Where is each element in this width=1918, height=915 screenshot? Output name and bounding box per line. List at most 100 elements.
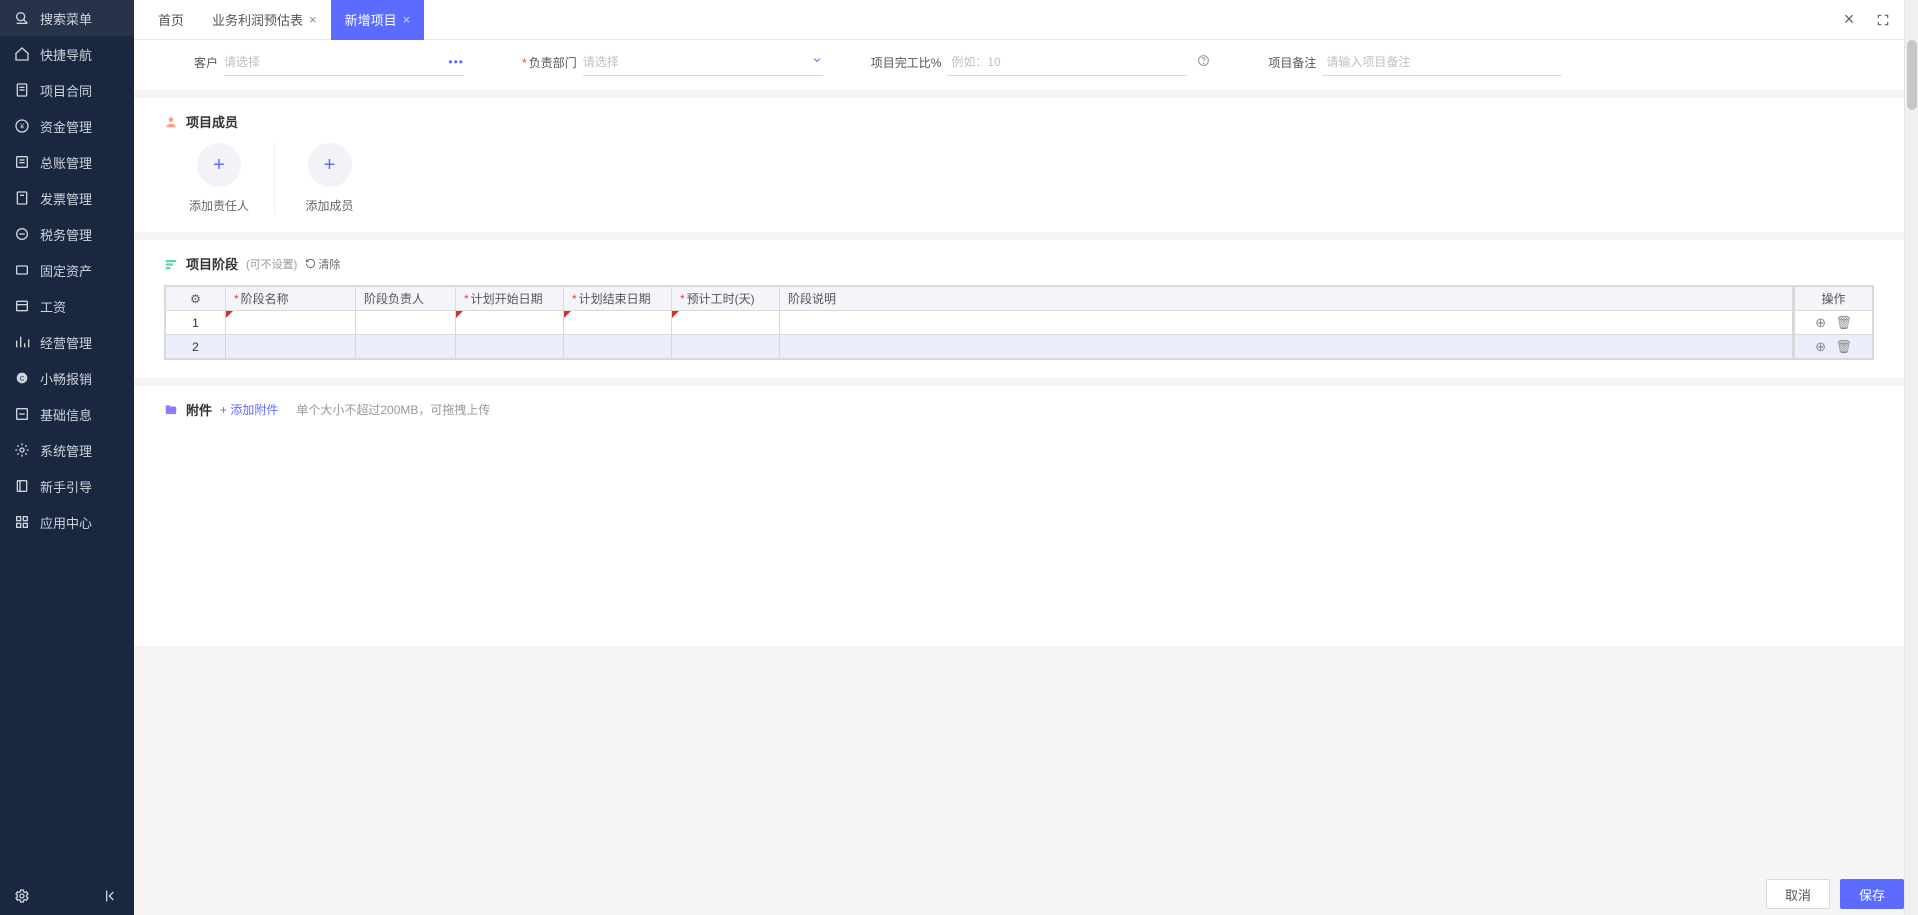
sidebar-item-invoice-mgmt[interactable]: 发票管理: [0, 180, 134, 216]
cell-hours[interactable]: [672, 311, 780, 335]
sidebar-item-system-mgmt[interactable]: 系统管理: [0, 432, 134, 468]
sidebar-label: 应用中心: [40, 513, 92, 532]
completion-input[interactable]: [947, 48, 1187, 76]
scrollbar-thumb[interactable]: [1907, 40, 1917, 110]
document-icon: [14, 82, 30, 98]
sidebar-label: 总账管理: [40, 153, 92, 172]
sidebar-item-xiaochang-reim[interactable]: C 小畅报销: [0, 360, 134, 396]
sidebar-item-fixed-assets[interactable]: 固定资产: [0, 252, 134, 288]
sidebar-item-operation-mgmt[interactable]: 经营管理: [0, 324, 134, 360]
close-panel-icon[interactable]: ×: [1838, 9, 1860, 31]
ledger-icon: [14, 154, 30, 170]
gear-icon: ⚙: [190, 292, 201, 306]
delete-row-icon[interactable]: 🗑: [1835, 339, 1852, 354]
system-icon: [14, 442, 30, 458]
cell-end[interactable]: [564, 311, 672, 335]
add-attachment-button[interactable]: + 添加附件: [220, 401, 278, 418]
tab-new-project[interactable]: 新增项目 ×: [331, 0, 425, 40]
dept-select[interactable]: 请选择: [583, 48, 823, 76]
sidebar-label: 税务管理: [40, 225, 92, 244]
tab-profit-estimate[interactable]: 业务利润预估表 ×: [198, 0, 331, 40]
add-row-icon[interactable]: ⊕: [1815, 315, 1826, 330]
sidebar-label: 小畅报销: [40, 369, 92, 388]
cell-name[interactable]: [226, 311, 356, 335]
members-icon: [164, 115, 178, 129]
sidebar-item-quick-nav[interactable]: 快捷导航: [0, 36, 134, 72]
sidebar-label: 项目合同: [40, 81, 92, 100]
sidebar-label: 系统管理: [40, 441, 92, 460]
add-owner-button[interactable]: + 添加责任人: [164, 143, 274, 214]
add-row-icon[interactable]: ⊕: [1815, 339, 1826, 354]
tabs-right: ×: [1838, 9, 1904, 31]
sidebar-item-app-center[interactable]: 应用中心: [0, 504, 134, 540]
form-row-top: 客户 请选择 ••• *负责部门 请选择: [134, 40, 1904, 90]
sidebar-label: 发票管理: [40, 189, 92, 208]
col-phase-name: *阶段名称: [226, 287, 356, 311]
cell-hours[interactable]: [672, 335, 780, 359]
sidebar-item-salary[interactable]: 工资: [0, 288, 134, 324]
add-owner-label: 添加责任人: [189, 197, 249, 214]
table-row[interactable]: 1: [166, 311, 1793, 335]
fullscreen-icon[interactable]: [1872, 9, 1894, 31]
sidebar-item-search-menu[interactable]: 搜索菜单: [0, 0, 134, 36]
info-icon: [14, 406, 30, 422]
cell-desc[interactable]: [780, 311, 1793, 335]
save-button[interactable]: 保存: [1840, 879, 1904, 909]
invoice-icon: [14, 190, 30, 206]
collapse-icon[interactable]: [104, 888, 120, 907]
members-section: 项目成员 + 添加责任人 + 添加成员: [134, 98, 1904, 232]
cell-end[interactable]: [564, 335, 672, 359]
clear-phases-button[interactable]: 清除: [305, 256, 340, 272]
settings-icon[interactable]: [14, 888, 30, 907]
col-gear[interactable]: ⚙: [166, 287, 226, 311]
sidebar-item-basic-info[interactable]: 基础信息: [0, 396, 134, 432]
svg-text:C: C: [20, 376, 25, 383]
add-member-button[interactable]: + 添加成员: [274, 143, 384, 214]
close-icon[interactable]: ×: [309, 12, 317, 27]
cancel-button[interactable]: 取消: [1766, 879, 1830, 909]
customer-select[interactable]: 请选择 •••: [224, 48, 464, 76]
delete-row-icon[interactable]: 🗑: [1835, 315, 1852, 330]
tab-home[interactable]: 首页: [144, 0, 198, 40]
cell-name[interactable]: [226, 335, 356, 359]
row-index: 2: [166, 335, 226, 359]
money-icon: ¥: [14, 118, 30, 134]
sidebar-item-project-contract[interactable]: 项目合同: [0, 72, 134, 108]
tax-icon: [14, 226, 30, 242]
guide-icon: [14, 478, 30, 494]
close-icon[interactable]: ×: [403, 12, 411, 27]
cell-desc[interactable]: [780, 335, 1793, 359]
help-icon[interactable]: [1197, 54, 1210, 70]
sidebar-item-newbie-guide[interactable]: 新手引导: [0, 468, 134, 504]
phases-icon: [164, 257, 178, 271]
remark-label: 项目备注: [1268, 54, 1316, 71]
cell-owner[interactable]: [356, 335, 456, 359]
search-icon: [14, 10, 30, 26]
sidebar-item-tax-mgmt[interactable]: 税务管理: [0, 216, 134, 252]
customer-label: 客户: [194, 54, 218, 71]
sidebar-label: 经营管理: [40, 333, 92, 352]
sidebar-footer: [0, 880, 134, 915]
add-member-label: 添加成员: [305, 197, 353, 214]
home-icon: [14, 46, 30, 62]
remark-input[interactable]: [1322, 48, 1562, 76]
table-row[interactable]: 2: [166, 335, 1793, 359]
col-phase-desc: 阶段说明: [780, 287, 1793, 311]
col-phase-hours: *预计工时(天): [672, 287, 780, 311]
sidebar-label: 快捷导航: [40, 45, 92, 64]
cell-start[interactable]: [456, 335, 564, 359]
attachments-title: 附件: [186, 400, 212, 419]
sidebar: 搜索菜单 快捷导航 项目合同 ¥ 资金管理 总账管理: [0, 0, 134, 915]
sidebar-item-ledger-mgmt[interactable]: 总账管理: [0, 144, 134, 180]
cell-owner[interactable]: [356, 311, 456, 335]
phases-table: ⚙ *阶段名称 阶段负责人 *计划开始日期 *计划结束日期 *预计工时(天) 阶…: [164, 285, 1874, 360]
col-phase-start: *计划开始日期: [456, 287, 564, 311]
tab-label: 业务利润预估表: [212, 10, 303, 29]
sidebar-item-fund-mgmt[interactable]: ¥ 资金管理: [0, 108, 134, 144]
scrollbar[interactable]: [1904, 0, 1918, 915]
sidebar-label: 工资: [40, 297, 66, 316]
members-title: 项目成员: [186, 112, 238, 131]
cell-start[interactable]: [456, 311, 564, 335]
select-placeholder: 请选择: [224, 53, 260, 70]
tab-label: 首页: [158, 10, 184, 29]
